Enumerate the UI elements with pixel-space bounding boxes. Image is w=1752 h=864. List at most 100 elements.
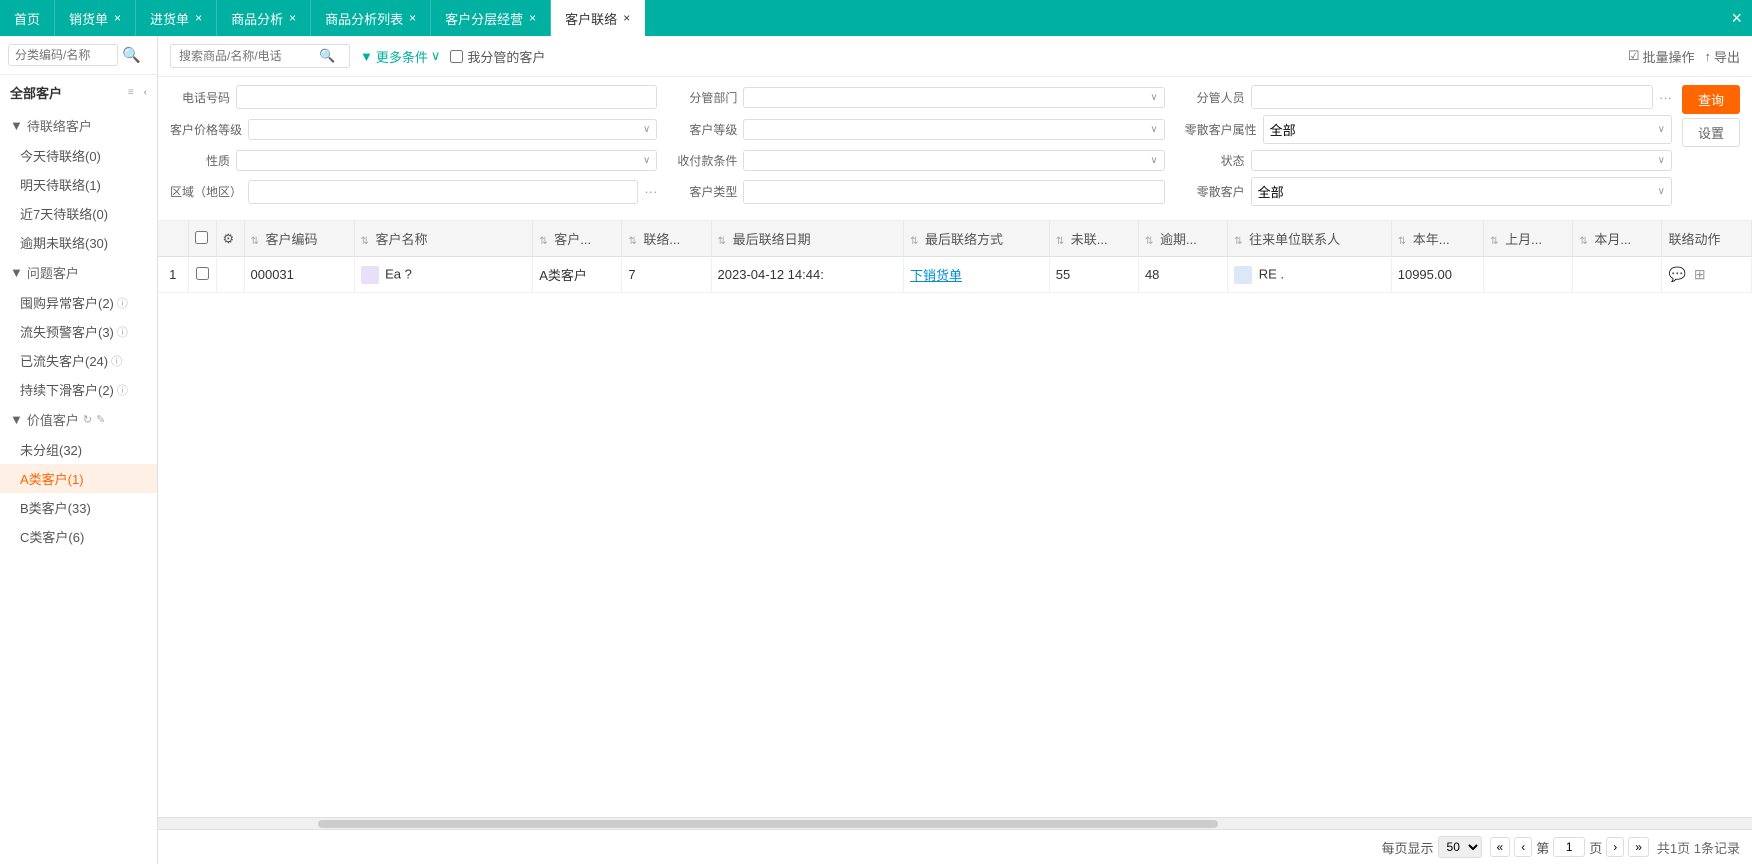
sidebar-item-overdue[interactable]: 逾期未联络(30): [0, 228, 157, 257]
col-type[interactable]: ⇅ 客户...: [533, 221, 622, 257]
collapse-icon[interactable]: ≡: [128, 87, 134, 98]
batch-op-btn[interactable]: ☑ 批量操作: [1628, 47, 1695, 66]
dept-select[interactable]: ∨: [743, 87, 1164, 108]
settings-button[interactable]: 设置: [1682, 118, 1740, 147]
sidebar-item-loss-warning[interactable]: 流失预警客户(3) ⓘ: [0, 317, 157, 346]
customer-avatar: [361, 266, 379, 284]
row-action-cell: 💬 ⊞: [1662, 257, 1752, 293]
tab-analysis[interactable]: 商品分析 ×: [217, 0, 311, 36]
close-sidebar-icon[interactable]: ‹: [144, 87, 147, 98]
more-conditions-btn[interactable]: ▼ 更多条件 ∨: [360, 47, 440, 66]
col-this-year[interactable]: ⇅ 本年...: [1391, 221, 1483, 257]
tab-sales-close[interactable]: ×: [114, 11, 121, 25]
payment-select[interactable]: ∨: [743, 150, 1164, 171]
row-checkbox[interactable]: [196, 267, 209, 280]
nature-select[interactable]: ∨: [236, 150, 657, 171]
phone-input[interactable]: [236, 85, 657, 109]
tab-analysis-list[interactable]: 商品分析列表 ×: [311, 0, 431, 36]
sort-method-icon: ⇅: [910, 236, 918, 247]
loss-warning-info-icon: ⓘ: [117, 324, 128, 340]
manager-input[interactable]: [1251, 85, 1653, 109]
col-name[interactable]: ⇅ 客户名称: [354, 221, 533, 257]
col-no-contact[interactable]: ⇅ 未联...: [1049, 221, 1138, 257]
tab-customer-contact[interactable]: 客户联络 ×: [551, 0, 645, 36]
filter-search-input[interactable]: [179, 49, 319, 63]
page-input[interactable]: [1553, 837, 1585, 857]
sidebar-search-icon[interactable]: 🔍: [122, 46, 141, 64]
col-this-month-label: 本月...: [1594, 232, 1631, 247]
tab-customer-tier[interactable]: 客户分层经营 ×: [431, 0, 551, 36]
col-contact[interactable]: ⇅ 联络...: [622, 221, 711, 257]
region-dots[interactable]: ···: [644, 184, 657, 199]
manager-dots[interactable]: ···: [1659, 90, 1672, 105]
col-code[interactable]: ⇅ 客户编码: [244, 221, 354, 257]
filter-cell-customer-type: 客户类型: [677, 180, 1164, 204]
horizontal-scrollbar[interactable]: [158, 817, 1752, 829]
sidebar-item-declining[interactable]: 持续下滑客户(2) ⓘ: [0, 375, 157, 404]
last-page-btn[interactable]: »: [1628, 837, 1649, 857]
tab-analysis-list-close[interactable]: ×: [409, 11, 416, 25]
tab-purchase-close[interactable]: ×: [195, 11, 202, 25]
tab-analysis-close[interactable]: ×: [289, 11, 296, 25]
group-header-value[interactable]: ▼ 价值客户 ↻ ✎: [0, 404, 157, 435]
sort-contact-icon: ⇅: [628, 236, 636, 247]
col-last-contact-date[interactable]: ⇅ 最后联络日期: [711, 221, 903, 257]
col-overdue[interactable]: ⇅ 逾期...: [1138, 221, 1227, 257]
col-this-month[interactable]: ⇅ 本月...: [1573, 221, 1662, 257]
customer-level-select[interactable]: ∨: [743, 119, 1164, 140]
tab-purchase[interactable]: 进货单 ×: [136, 0, 217, 36]
filter-search-icon[interactable]: 🔍: [319, 48, 335, 64]
region-input[interactable]: [248, 180, 638, 204]
window-close-icon[interactable]: ×: [1731, 8, 1742, 29]
table-scroll[interactable]: ⚙ ⇅ 客户编码 ⇅ 客户名称 ⇅: [158, 221, 1752, 817]
refresh-icon[interactable]: ↻: [83, 413, 92, 426]
tab-home[interactable]: 首页: [0, 0, 55, 36]
status-select[interactable]: ∨: [1251, 150, 1672, 171]
retail-select[interactable]: 全部 ∨: [1251, 177, 1672, 206]
row-no-contact-cell: 55: [1049, 257, 1138, 293]
scroll-thumb[interactable]: [318, 820, 1218, 828]
first-page-btn[interactable]: «: [1490, 837, 1511, 857]
group-header-problem[interactable]: ▼ 问题客户: [0, 257, 157, 288]
sidebar-item-7days[interactable]: 近7天待联络(0): [0, 199, 157, 228]
filter-search-box: 🔍: [170, 44, 350, 68]
sidebar-item-ungrouped[interactable]: 未分组(32): [0, 435, 157, 464]
chat-icon[interactable]: 💬: [1668, 266, 1685, 283]
tab-customer-contact-close[interactable]: ×: [623, 11, 630, 25]
tab-sales[interactable]: 销货单 ×: [55, 0, 136, 36]
retail-attr-select[interactable]: 全部 ∨: [1263, 115, 1672, 144]
row-method[interactable]: 下销货单: [910, 268, 962, 283]
row-method-cell: 下销货单: [904, 257, 1050, 293]
sidebar-item-c-class[interactable]: C类客户(6): [0, 522, 157, 551]
search-button[interactable]: 查询: [1682, 85, 1740, 114]
sidebar-item-tomorrow[interactable]: 明天待联络(1): [0, 170, 157, 199]
col-last-month[interactable]: ⇅ 上月...: [1484, 221, 1573, 257]
select-all-checkbox[interactable]: [195, 231, 208, 244]
prev-page-btn[interactable]: ‹: [1514, 837, 1532, 857]
sidebar-item-today[interactable]: 今天待联络(0): [0, 141, 157, 170]
manager-label: 分管人员: [1185, 89, 1245, 106]
filter-cell-manager: 分管人员 ···: [1185, 85, 1672, 109]
col-company-contact[interactable]: ⇅ 往来单位联系人: [1228, 221, 1392, 257]
table-settings-icon[interactable]: ⚙: [223, 231, 235, 246]
sidebar-item-a-class[interactable]: A类客户(1): [0, 464, 157, 493]
per-page-select[interactable]: 50: [1438, 836, 1482, 858]
sidebar-item-b-class[interactable]: B类客户(33): [0, 493, 157, 522]
edit-icon[interactable]: ✎: [96, 413, 105, 426]
sidebar-item-hoarding[interactable]: 囤购异常客户(2) ⓘ: [0, 288, 157, 317]
my-customers-checkbox[interactable]: [450, 50, 463, 63]
sidebar-search-area: 🔍: [0, 36, 157, 75]
qr-icon[interactable]: ⊞: [1694, 266, 1706, 283]
sidebar-search-input[interactable]: [8, 44, 118, 66]
tab-customer-tier-close[interactable]: ×: [529, 11, 536, 25]
col-last-contact-method[interactable]: ⇅ 最后联络方式: [904, 221, 1050, 257]
export-btn[interactable]: ↑ 导出: [1704, 47, 1740, 66]
col-contact-label: 联络...: [643, 232, 680, 247]
row-date-cell: 2023-04-12 14:44:: [711, 257, 903, 293]
sidebar-item-lost[interactable]: 已流失客户(24) ⓘ: [0, 346, 157, 375]
sort-this-year-icon: ⇅: [1398, 236, 1406, 247]
price-level-select[interactable]: ∨: [248, 119, 657, 140]
group-header-pending[interactable]: ▼ 待联络客户: [0, 110, 157, 141]
customer-type-input[interactable]: [743, 180, 1164, 204]
next-page-btn[interactable]: ›: [1606, 837, 1624, 857]
